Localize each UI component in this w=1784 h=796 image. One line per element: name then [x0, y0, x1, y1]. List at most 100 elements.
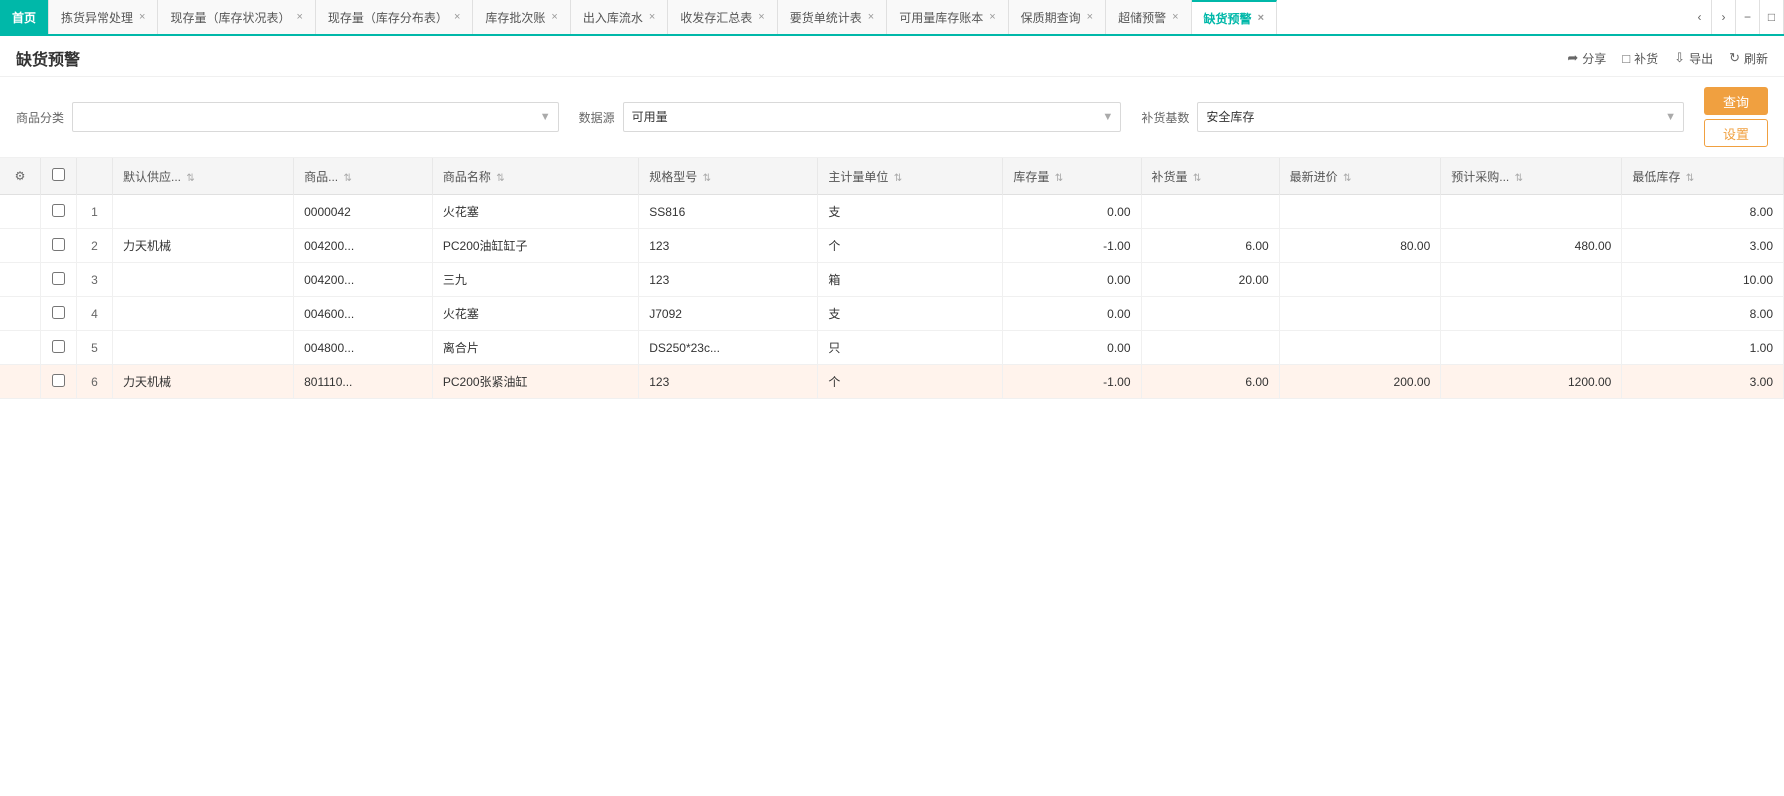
data-table: ⚙ 默认供应... ⇅ 商品... ⇅ 商品名称: [0, 158, 1784, 399]
page-content: 缺货预警 ➦ 分享 □ 补货 ⇩ 导出 ↻ 刷新 商品分类: [0, 36, 1784, 796]
tab-in-out-flow-label: 出入库流水: [583, 9, 643, 26]
tab-inventory-dist-label: 现存量（库存分布表）: [328, 9, 448, 26]
row-unit-3: 支: [818, 297, 1003, 331]
export-action[interactable]: ⇩ 导出: [1674, 50, 1713, 67]
column-settings-icon[interactable]: ⚙: [10, 166, 30, 186]
tab-bar: 首页 拣货异常处理 × 现存量（库存状况表） × 现存量（库存分布表） × 库存…: [0, 0, 1784, 36]
replenish-select-wrap: 安全库存 ▼: [1197, 102, 1684, 132]
row-spec-2: 123: [639, 263, 818, 297]
tab-available-ledger[interactable]: 可用量库存账本 ×: [887, 0, 1008, 34]
row-latest-price-2: [1279, 263, 1441, 297]
row-no-3: 4: [77, 297, 113, 331]
table-row: 5 004800... 离合片 DS250*23c... 只 0.00 1.00: [0, 331, 1784, 365]
row-spec-3: J7092: [639, 297, 818, 331]
th-estimated-purchase[interactable]: 预计采购... ⇅: [1441, 158, 1622, 195]
th-latest-price[interactable]: 最新进价 ⇅: [1279, 158, 1441, 195]
tab-nav-next[interactable]: ›: [1712, 0, 1736, 35]
tab-in-out-flow-close[interactable]: ×: [649, 11, 655, 23]
th-unit[interactable]: 主计量单位 ⇅: [818, 158, 1003, 195]
row-checkbox-3[interactable]: [52, 306, 65, 319]
row-checkbox-cell-5: [41, 365, 77, 399]
tab-overstock[interactable]: 超储预警 ×: [1106, 0, 1191, 34]
replenish-icon: □: [1622, 51, 1630, 66]
tab-demand-stats-close[interactable]: ×: [868, 11, 874, 23]
tab-inventory-dist[interactable]: 现存量（库存分布表） ×: [316, 0, 473, 34]
th-min-stock[interactable]: 最低库存 ⇅: [1622, 158, 1784, 195]
th-product-code[interactable]: 商品... ⇅: [294, 158, 433, 195]
row-product-name-5: PC200张紧油缸: [432, 365, 638, 399]
tab-maximize[interactable]: □: [1760, 0, 1784, 35]
tab-overstock-close[interactable]: ×: [1172, 11, 1178, 23]
row-checkbox-4[interactable]: [52, 340, 65, 353]
tab-in-out-flow[interactable]: 出入库流水 ×: [571, 0, 668, 34]
row-supplier-0: [113, 195, 294, 229]
tab-inventory-status[interactable]: 现存量（库存状况表） ×: [158, 0, 315, 34]
tab-abnormal-close[interactable]: ×: [139, 11, 145, 23]
filter-category: 商品分类 ▼: [16, 102, 559, 132]
replenish-action[interactable]: □ 补货: [1622, 50, 1658, 67]
th-min-stock-label: 最低库存: [1632, 170, 1680, 184]
row-replenish-qty-1: 6.00: [1141, 229, 1279, 263]
th-supplier[interactable]: 默认供应... ⇅: [113, 158, 294, 195]
query-button[interactable]: 查询: [1704, 87, 1768, 115]
th-product-name-label: 商品名称: [443, 170, 491, 184]
row-product-name-4: 离合片: [432, 331, 638, 365]
data-table-wrap: ⚙ 默认供应... ⇅ 商品... ⇅ 商品名称: [0, 158, 1784, 399]
th-product-name[interactable]: 商品名称 ⇅: [432, 158, 638, 195]
row-estimated-purchase-1: 480.00: [1441, 229, 1622, 263]
tab-demand-stats[interactable]: 要货单统计表 ×: [778, 0, 887, 34]
tab-receipt-summary-close[interactable]: ×: [758, 11, 764, 23]
tab-nav-prev[interactable]: ‹: [1688, 0, 1712, 35]
tab-expiry-query[interactable]: 保质期查询 ×: [1009, 0, 1106, 34]
tab-shortage[interactable]: 缺货预警 ×: [1192, 0, 1277, 34]
tab-shortage-label: 缺货预警: [1204, 10, 1252, 27]
replenish-label: 补货: [1634, 50, 1658, 67]
tab-abnormal[interactable]: 拣货异常处理 ×: [49, 0, 158, 34]
row-checkbox-2[interactable]: [52, 272, 65, 285]
row-replenish-qty-4: [1141, 331, 1279, 365]
stock-sort-icon: ⇅: [1055, 173, 1063, 184]
row-no-5: 6: [77, 365, 113, 399]
category-select[interactable]: [72, 102, 559, 132]
row-supplier-4: [113, 331, 294, 365]
datasource-select[interactable]: 可用量: [623, 102, 1122, 132]
row-no-4: 5: [77, 331, 113, 365]
row-checkbox-1[interactable]: [52, 238, 65, 251]
tab-home[interactable]: 首页: [0, 0, 49, 34]
th-settings[interactable]: ⚙: [0, 158, 41, 195]
tab-receipt-summary[interactable]: 收发存汇总表 ×: [668, 0, 777, 34]
supplier-sort-icon: ⇅: [186, 173, 194, 184]
row-latest-price-3: [1279, 297, 1441, 331]
row-checkbox-0[interactable]: [52, 204, 65, 217]
setting-button[interactable]: 设置: [1704, 119, 1768, 147]
tab-minimize[interactable]: −: [1736, 0, 1760, 35]
refresh-action[interactable]: ↻ 刷新: [1729, 50, 1768, 67]
tab-batch-account[interactable]: 库存批次账 ×: [473, 0, 570, 34]
th-replenish-qty[interactable]: 补货量 ⇅: [1141, 158, 1279, 195]
row-checkbox-5[interactable]: [52, 374, 65, 387]
row-min-stock-5: 3.00: [1622, 365, 1784, 399]
tab-available-ledger-close[interactable]: ×: [989, 11, 995, 23]
tab-inventory-dist-close[interactable]: ×: [454, 11, 460, 23]
row-estimated-purchase-0: [1441, 195, 1622, 229]
tab-shortage-close[interactable]: ×: [1258, 12, 1264, 24]
tab-inventory-status-close[interactable]: ×: [296, 11, 302, 23]
row-unit-0: 支: [818, 195, 1003, 229]
tab-batch-account-close[interactable]: ×: [551, 11, 557, 23]
select-all-checkbox[interactable]: [52, 168, 65, 181]
row-stock-3: 0.00: [1003, 297, 1141, 331]
spec-sort-icon: ⇅: [703, 173, 711, 184]
share-action[interactable]: ➦ 分享: [1567, 50, 1606, 67]
row-stock-4: 0.00: [1003, 331, 1141, 365]
row-product-code-5: 801110...: [294, 365, 433, 399]
row-unit-1: 个: [818, 229, 1003, 263]
row-product-name-2: 三九: [432, 263, 638, 297]
replenish-select[interactable]: 安全库存: [1197, 102, 1684, 132]
th-stock[interactable]: 库存量 ⇅: [1003, 158, 1141, 195]
filter-datasource: 数据源 可用量 ▼: [579, 102, 1122, 132]
row-spec-1: 123: [639, 229, 818, 263]
row-latest-price-4: [1279, 331, 1441, 365]
th-spec[interactable]: 规格型号 ⇅: [639, 158, 818, 195]
tab-expiry-query-close[interactable]: ×: [1087, 11, 1093, 23]
share-icon: ➦: [1567, 50, 1578, 66]
